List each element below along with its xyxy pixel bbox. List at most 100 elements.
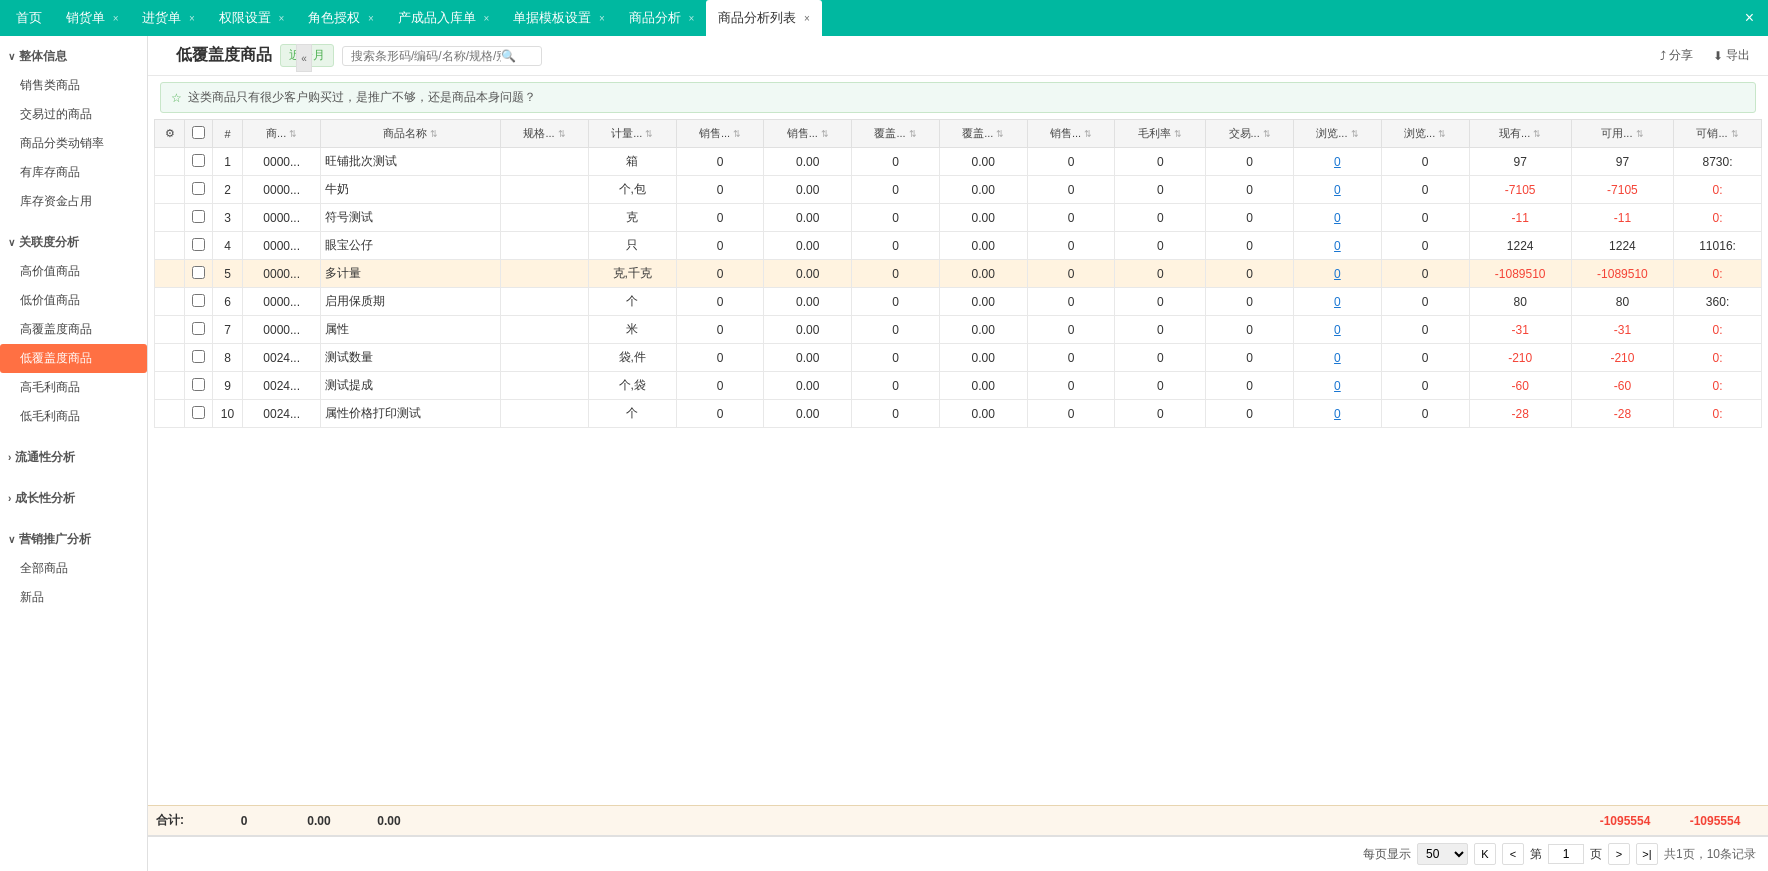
cell-sales-amt: 0.00 [764, 372, 852, 400]
page-size-select[interactable]: 50 20 100 200 [1417, 843, 1468, 865]
cell-check[interactable] [185, 204, 213, 232]
th-cover-b[interactable]: 覆盖... ⇅ [939, 120, 1027, 148]
th-unit[interactable]: 计量... ⇅ [588, 120, 676, 148]
sidebar-item-new-goods[interactable]: 新品 [0, 583, 147, 612]
cell-browse-a[interactable]: 0 [1294, 232, 1382, 260]
cell-browse-a[interactable]: 0 [1294, 372, 1382, 400]
cell-check[interactable] [185, 176, 213, 204]
row-checkbox[interactable] [192, 378, 205, 391]
sidebar-item-category-rate[interactable]: 商品分类动销率 [0, 129, 147, 158]
search-input[interactable] [351, 49, 501, 63]
cell-browse-a[interactable]: 0 [1294, 148, 1382, 176]
sidebar-group-association[interactable]: ∨ 关联度分析 [0, 228, 147, 257]
sidebar-collapse-button[interactable]: « [296, 44, 312, 72]
cell-check[interactable] [185, 148, 213, 176]
cell-name: 旺铺批次测试 [321, 148, 501, 176]
sidebar-item-traded-goods[interactable]: 交易过的商品 [0, 100, 147, 129]
nav-close-analysis[interactable]: × [688, 13, 694, 24]
cell-browse-a[interactable]: 0 [1294, 176, 1382, 204]
th-cover-a[interactable]: 覆盖... ⇅ [852, 120, 940, 148]
th-spec[interactable]: 规格... ⇅ [501, 120, 589, 148]
cell-check[interactable] [185, 260, 213, 288]
th-code[interactable]: 商... ⇅ [243, 120, 321, 148]
window-close-button[interactable]: × [1735, 0, 1764, 36]
nav-production[interactable]: 产成品入库单 × [386, 0, 501, 36]
export-button[interactable]: ⬇ 导出 [1707, 44, 1756, 67]
cell-check[interactable] [185, 344, 213, 372]
prev-page-button[interactable]: < [1502, 843, 1524, 865]
table-container[interactable]: ⚙ # 商... ⇅ 商品名称 ⇅ 规格... ⇅ 计量... ⇅ 销售... … [154, 119, 1762, 805]
nav-home[interactable]: 首页 [4, 0, 54, 36]
cell-check[interactable] [185, 232, 213, 260]
cell-browse-a[interactable]: 0 [1294, 288, 1382, 316]
cell-browse-a[interactable]: 0 [1294, 400, 1382, 428]
row-checkbox[interactable] [192, 182, 205, 195]
th-gear[interactable]: ⚙ [155, 120, 185, 148]
th-trade[interactable]: 交易... ⇅ [1206, 120, 1294, 148]
next-page-button[interactable]: > [1608, 843, 1630, 865]
th-gross-rate[interactable]: 毛利率 ⇅ [1115, 120, 1206, 148]
nav-close-sales[interactable]: × [113, 13, 119, 24]
nav-close-production[interactable]: × [484, 13, 490, 24]
nav-close-analysis-list[interactable]: × [804, 13, 810, 24]
th-sellable[interactable]: 可销... ⇅ [1674, 120, 1762, 148]
cell-browse-a[interactable]: 0 [1294, 260, 1382, 288]
th-browse-b[interactable]: 浏览... ⇅ [1381, 120, 1469, 148]
cell-check[interactable] [185, 316, 213, 344]
row-checkbox[interactable] [192, 350, 205, 363]
nav-analysis-list[interactable]: 商品分析列表 × [706, 0, 821, 36]
sidebar-item-stock-fund[interactable]: 库存资金占用 [0, 187, 147, 216]
row-checkbox[interactable] [192, 322, 205, 335]
cell-check[interactable] [185, 372, 213, 400]
sidebar-item-in-stock[interactable]: 有库存商品 [0, 158, 147, 187]
nav-close-template[interactable]: × [599, 13, 605, 24]
nav-close-role[interactable]: × [368, 13, 374, 24]
share-button[interactable]: ⤴ 分享 [1654, 44, 1699, 67]
search-box[interactable]: 🔍 [342, 46, 542, 66]
search-icon[interactable]: 🔍 [501, 49, 516, 63]
row-checkbox[interactable] [192, 238, 205, 251]
sidebar-group-overall[interactable]: ∨ 整体信息 [0, 42, 147, 71]
sidebar-group-flow[interactable]: › 流通性分析 [0, 443, 147, 472]
sidebar-group-growth[interactable]: › 成长性分析 [0, 484, 147, 513]
sidebar-group-marketing[interactable]: ∨ 营销推广分析 [0, 525, 147, 554]
row-checkbox[interactable] [192, 154, 205, 167]
sidebar-item-all-goods[interactable]: 全部商品 [0, 554, 147, 583]
first-page-button[interactable]: K [1474, 843, 1496, 865]
page-number-input[interactable] [1548, 844, 1584, 864]
nav-role[interactable]: 角色授权 × [296, 0, 385, 36]
cell-gross-rate: 0 [1115, 344, 1206, 372]
th-sales-qty[interactable]: 销售... ⇅ [676, 120, 764, 148]
nav-analysis[interactable]: 商品分析 × [617, 0, 706, 36]
th-sales-amt[interactable]: 销售... ⇅ [764, 120, 852, 148]
last-page-button[interactable]: >| [1636, 843, 1658, 865]
nav-close-purchase[interactable]: × [189, 13, 195, 24]
th-name[interactable]: 商品名称 ⇅ [321, 120, 501, 148]
cell-check[interactable] [185, 400, 213, 428]
th-available[interactable]: 可用... ⇅ [1571, 120, 1673, 148]
cell-check[interactable] [185, 288, 213, 316]
sidebar-item-high-coverage[interactable]: 高覆盖度商品 [0, 315, 147, 344]
sidebar-item-low-profit[interactable]: 低毛利商品 [0, 402, 147, 431]
nav-purchase[interactable]: 进货单 × [130, 0, 206, 36]
th-current[interactable]: 现有... ⇅ [1469, 120, 1571, 148]
nav-template[interactable]: 单据模板设置 × [501, 0, 616, 36]
cell-browse-a[interactable]: 0 [1294, 204, 1382, 232]
nav-permission[interactable]: 权限设置 × [207, 0, 296, 36]
cell-browse-a[interactable]: 0 [1294, 344, 1382, 372]
row-checkbox[interactable] [192, 266, 205, 279]
sidebar-item-high-profit[interactable]: 高毛利商品 [0, 373, 147, 402]
select-all-checkbox[interactable] [192, 126, 205, 139]
nav-close-permission[interactable]: × [279, 13, 285, 24]
row-checkbox[interactable] [192, 294, 205, 307]
sidebar-item-sales-goods[interactable]: 销售类商品 [0, 71, 147, 100]
sidebar-item-low-coverage[interactable]: 低覆盖度商品 [0, 344, 147, 373]
row-checkbox[interactable] [192, 406, 205, 419]
cell-browse-a[interactable]: 0 [1294, 316, 1382, 344]
sidebar-item-low-value[interactable]: 低价值商品 [0, 286, 147, 315]
th-sales-c[interactable]: 销售... ⇅ [1027, 120, 1115, 148]
nav-sales[interactable]: 销货单 × [54, 0, 130, 36]
sidebar-item-high-value[interactable]: 高价值商品 [0, 257, 147, 286]
row-checkbox[interactable] [192, 210, 205, 223]
th-browse-a[interactable]: 浏览... ⇅ [1294, 120, 1382, 148]
